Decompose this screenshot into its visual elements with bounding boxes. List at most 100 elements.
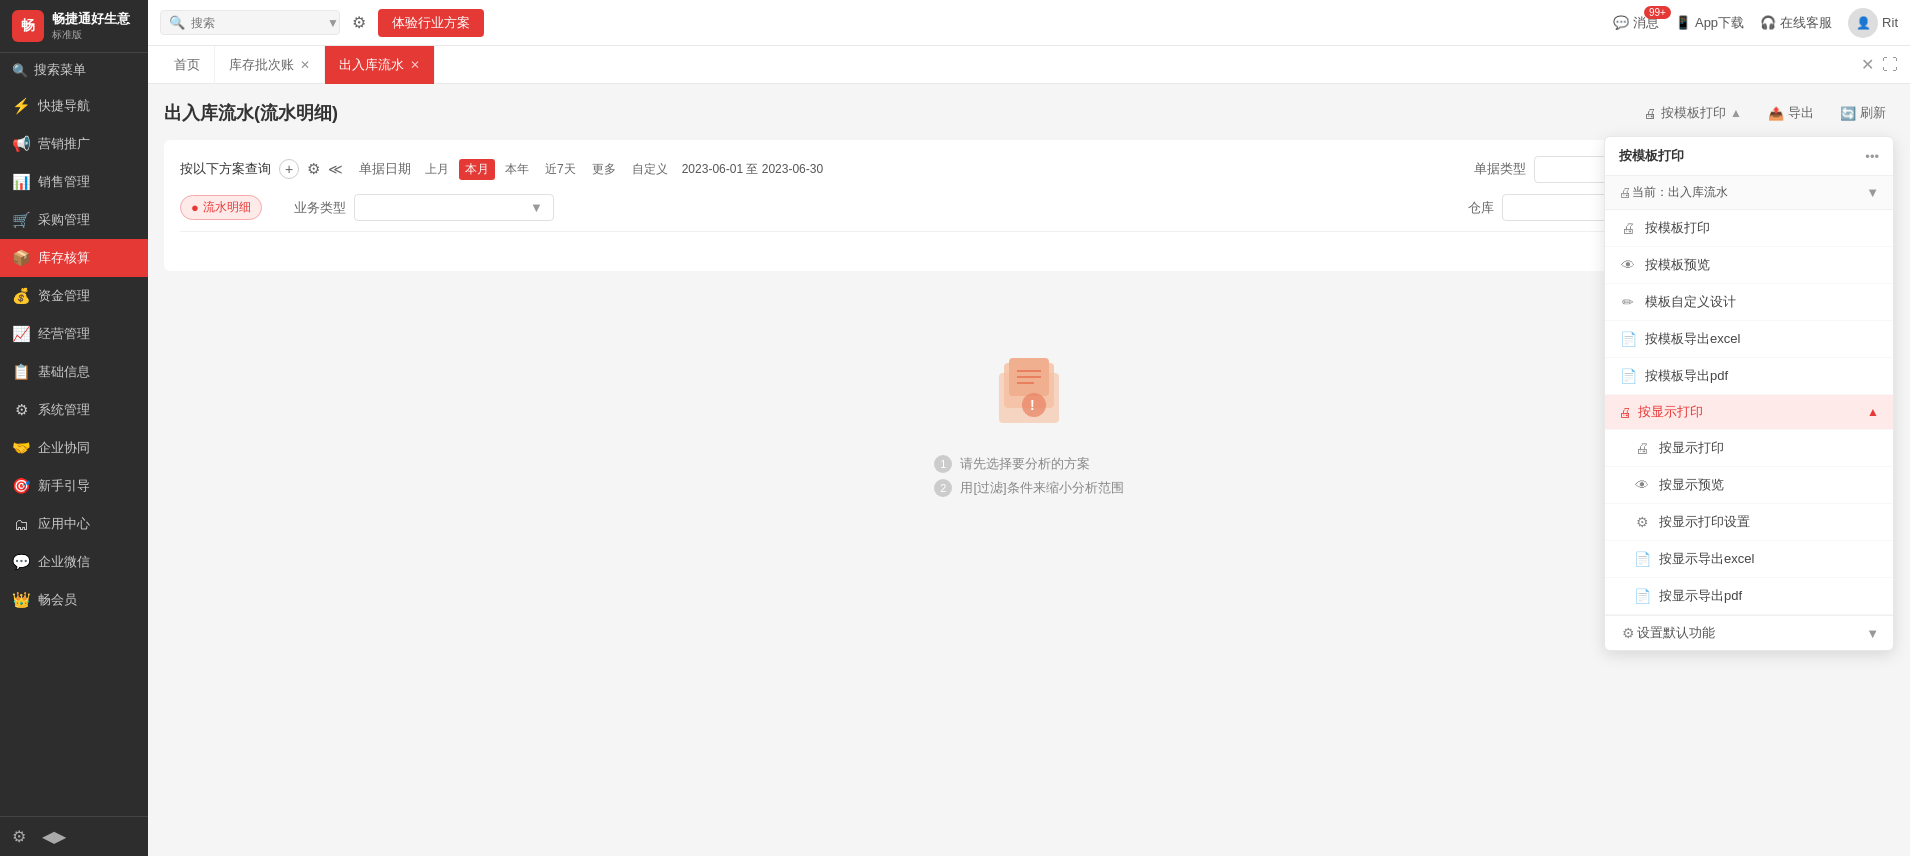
user-avatar[interactable]: 👤 Rit bbox=[1848, 8, 1898, 38]
export-button[interactable]: 📤 导出 bbox=[1760, 100, 1822, 126]
guide-icon: 🎯 bbox=[12, 477, 30, 495]
tabs-bar: 首页 库存批次账 ✕ 出入库流水 ✕ ✕ ⛶ bbox=[148, 46, 1910, 84]
print-template-button[interactable]: 🖨 按模板打印 ▲ bbox=[1636, 100, 1750, 126]
empty-hints: 1 请先选择要分析的方案 2 用[过滤]条件来缩小分析范围 bbox=[934, 455, 1123, 497]
filter-collapse-icon[interactable]: ≪ bbox=[328, 161, 343, 177]
app-download-button[interactable]: 📱 App下载 bbox=[1675, 14, 1744, 32]
sidebar-item-member[interactable]: 👑 畅会员 bbox=[0, 581, 148, 619]
message-badge: 99+ bbox=[1644, 6, 1671, 19]
collapse-sidebar-icon[interactable]: ◀▶ bbox=[42, 827, 66, 846]
sidebar-item-label: 企业微信 bbox=[38, 553, 90, 571]
doc-type-label: 单据类型 bbox=[1474, 160, 1526, 178]
tab-in-out-flow-label: 出入库流水 bbox=[339, 56, 404, 74]
message-button[interactable]: 💬 消息 99+ bbox=[1613, 14, 1659, 32]
header-settings-icon[interactable]: ⚙ bbox=[352, 13, 366, 32]
panel-section-display-label: 按显示打印 bbox=[1638, 403, 1703, 421]
date-tabs: 上月 本月 本年 近7天 更多 自定义 bbox=[419, 159, 674, 180]
sidebar-item-label: 采购管理 bbox=[38, 211, 90, 229]
tab-batch-account-close[interactable]: ✕ bbox=[300, 58, 310, 72]
filter-tag[interactable]: ● 流水明细 bbox=[180, 195, 262, 220]
filter-add-button[interactable]: + bbox=[279, 159, 299, 179]
date-tab-year[interactable]: 本年 bbox=[499, 159, 535, 180]
panel-item-template-preview[interactable]: 👁 按模板预览 bbox=[1605, 247, 1893, 284]
sidebar-item-label: 库存核算 bbox=[38, 249, 90, 267]
date-tab-current-month[interactable]: 本月 bbox=[459, 159, 495, 180]
panel-section-display[interactable]: 🖨 按显示打印 ▲ bbox=[1605, 395, 1893, 430]
header-search-input[interactable] bbox=[191, 16, 321, 30]
enterprise-icon: 🤝 bbox=[12, 439, 30, 457]
panel-item-template-print[interactable]: 🖨 按模板打印 bbox=[1605, 210, 1893, 247]
customer-service-button[interactable]: 🎧 在线客服 bbox=[1760, 14, 1832, 32]
panel-item-display-excel[interactable]: 📄 按显示导出excel bbox=[1605, 541, 1893, 578]
sidebar-item-operations[interactable]: 📈 经营管理 bbox=[0, 315, 148, 353]
sidebar-item-weixin[interactable]: 💬 企业微信 bbox=[0, 543, 148, 581]
sidebar-item-guide[interactable]: 🎯 新手引导 bbox=[0, 467, 148, 505]
sidebar-item-marketing[interactable]: 📢 营销推广 bbox=[0, 125, 148, 163]
refresh-button[interactable]: 🔄 刷新 bbox=[1832, 100, 1894, 126]
header-cta-button[interactable]: 体验行业方案 bbox=[378, 9, 484, 37]
filter-settings-icon[interactable]: ⚙ bbox=[307, 160, 320, 178]
panel-item-template-custom[interactable]: ✏ 模板自定义设计 bbox=[1605, 284, 1893, 321]
print-chevron-icon: ▲ bbox=[1730, 106, 1742, 120]
sidebar-item-enterprise[interactable]: 🤝 企业协同 bbox=[0, 429, 148, 467]
logo-main-text: 畅捷通好生意 bbox=[52, 11, 130, 28]
panel-item-display-pdf[interactable]: 📄 按显示导出pdf bbox=[1605, 578, 1893, 615]
panel-item-label: 按模板打印 bbox=[1645, 219, 1710, 237]
business-type-dropdown[interactable]: ▼ bbox=[354, 194, 554, 221]
date-tab-custom[interactable]: 自定义 bbox=[626, 159, 674, 180]
hint-text-1: 请先选择要分析的方案 bbox=[960, 455, 1090, 473]
avatar: 👤 bbox=[1848, 8, 1878, 38]
panel-sub-icon: 🖨 bbox=[1619, 185, 1632, 200]
sidebar-item-sales[interactable]: 📊 销售管理 bbox=[0, 163, 148, 201]
basics-icon: 📋 bbox=[12, 363, 30, 381]
svg-text:!: ! bbox=[1030, 397, 1035, 413]
logo-sub-text: 标准版 bbox=[52, 28, 130, 41]
date-range-display: 2023-06-01 至 2023-06-30 bbox=[682, 161, 823, 178]
date-tab-more[interactable]: 更多 bbox=[586, 159, 622, 180]
sidebar-item-label: 营销推广 bbox=[38, 135, 90, 153]
sidebar-search[interactable]: 🔍 搜索菜单 bbox=[0, 53, 148, 87]
system-icon: ⚙ bbox=[12, 401, 30, 419]
panel-footer[interactable]: ⚙ 设置默认功能 ▼ bbox=[1605, 615, 1893, 650]
settings-bottom-icon[interactable]: ⚙ bbox=[12, 827, 26, 846]
panel-item-label: 按显示导出excel bbox=[1659, 550, 1754, 568]
panel-more-icon[interactable]: ••• bbox=[1865, 149, 1879, 164]
tab-in-out-flow[interactable]: 出入库流水 ✕ bbox=[325, 46, 435, 84]
logo-icon: 畅 bbox=[12, 10, 44, 42]
mobile-icon: 📱 bbox=[1675, 15, 1691, 30]
date-tab-7days[interactable]: 近7天 bbox=[539, 159, 582, 180]
sidebar-item-label: 资金管理 bbox=[38, 287, 90, 305]
header-search-dropdown-icon[interactable]: ▼ bbox=[327, 16, 339, 30]
panel-item-display-settings[interactable]: ⚙ 按显示打印设置 bbox=[1605, 504, 1893, 541]
header-search-box[interactable]: 🔍 ▼ bbox=[160, 10, 340, 35]
tab-in-out-flow-close[interactable]: ✕ bbox=[410, 58, 420, 72]
panel-item-display-preview[interactable]: 👁 按显示预览 bbox=[1605, 467, 1893, 504]
sidebar-item-label: 畅会员 bbox=[38, 591, 77, 609]
purchase-icon: 🛒 bbox=[12, 211, 30, 229]
sidebar-item-finance[interactable]: 💰 资金管理 bbox=[0, 277, 148, 315]
header-search-icon: 🔍 bbox=[169, 15, 185, 30]
business-type-dropdown-icon: ▼ bbox=[530, 200, 543, 215]
inventory-icon: 📦 bbox=[12, 249, 30, 267]
sidebar-item-basics[interactable]: 📋 基础信息 bbox=[0, 353, 148, 391]
sidebar-item-purchase[interactable]: 🛒 采购管理 bbox=[0, 201, 148, 239]
tab-batch-account[interactable]: 库存批次账 ✕ bbox=[215, 46, 325, 84]
date-tab-prev-month[interactable]: 上月 bbox=[419, 159, 455, 180]
sidebar-logo[interactable]: 畅 畅捷通好生意 标准版 bbox=[0, 0, 148, 53]
tab-home[interactable]: 首页 bbox=[160, 46, 215, 84]
sidebar-item-quick-nav[interactable]: ⚡ 快捷导航 bbox=[0, 87, 148, 125]
display-settings-icon: ⚙ bbox=[1633, 514, 1651, 530]
sidebar-item-system[interactable]: ⚙ 系统管理 bbox=[0, 391, 148, 429]
close-window-icon[interactable]: ✕ bbox=[1861, 55, 1874, 74]
sidebar-item-inventory[interactable]: 📦 库存核算 bbox=[0, 239, 148, 277]
panel-item-template-pdf[interactable]: 📄 按模板导出pdf bbox=[1605, 358, 1893, 395]
panel-item-display-print[interactable]: 🖨 按显示打印 bbox=[1605, 430, 1893, 467]
expand-window-icon[interactable]: ⛶ bbox=[1882, 56, 1898, 74]
filter-label-text: 按以下方案查询 bbox=[180, 160, 271, 178]
panel-header-icons: ••• bbox=[1865, 149, 1879, 164]
sidebar-search-label: 搜索菜单 bbox=[34, 61, 86, 79]
sidebar-item-app-center[interactable]: 🗂 应用中心 bbox=[0, 505, 148, 543]
panel-item-label: 按模板预览 bbox=[1645, 256, 1710, 274]
panel-item-template-excel[interactable]: 📄 按模板导出excel bbox=[1605, 321, 1893, 358]
top-header: 🔍 ▼ ⚙ 体验行业方案 💬 消息 99+ 📱 App下载 🎧 在线客服 bbox=[148, 0, 1910, 46]
